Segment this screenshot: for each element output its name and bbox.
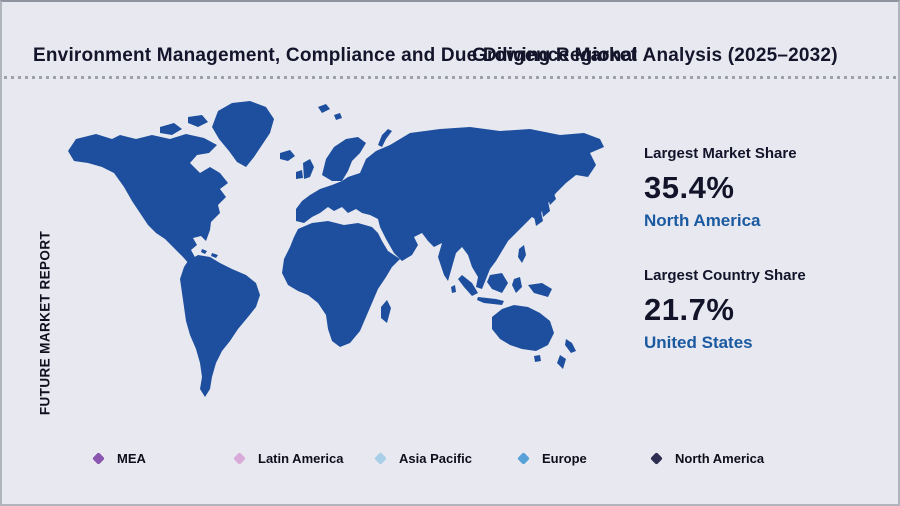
asia-pacific-diamond-icon <box>374 451 387 465</box>
legend-item-asia-pacific: Asia Pacific <box>374 449 472 467</box>
australia <box>492 305 554 351</box>
caribbean-1 <box>201 249 207 254</box>
svalbard <box>318 104 330 113</box>
legend-label: North America <box>675 450 765 466</box>
legend-label: Europe <box>542 450 587 466</box>
new-zealand-north <box>565 339 576 353</box>
legend-label: MEA <box>117 450 146 466</box>
legend-label: Asia Pacific <box>399 450 472 466</box>
legend-item-mea: MEA <box>92 449 146 467</box>
legend-item-europe: Europe <box>517 449 587 467</box>
report-infographic: Environment Management, Compliance and D… <box>0 0 900 506</box>
page-title-line2: Growing Regional Analysis (2025–2032) <box>472 45 838 66</box>
franz-josef <box>334 113 342 120</box>
sri-lanka <box>451 285 456 293</box>
legend-item-latin-america: Latin America <box>233 449 344 467</box>
north-america-diamond-icon <box>650 451 663 465</box>
world-map <box>60 88 625 428</box>
continent-africa <box>282 221 400 347</box>
largest-country-share-region: United States <box>644 333 753 352</box>
caribbean-2 <box>211 253 218 258</box>
largest-country-share-value: 21.7% <box>644 292 735 327</box>
iceland <box>280 150 295 161</box>
novaya-zemlya <box>378 129 392 147</box>
arctic-island-2 <box>188 115 208 127</box>
world-map-shapes <box>68 101 604 397</box>
continent-south-america <box>180 255 260 397</box>
largest-market-share-value: 35.4% <box>644 170 735 205</box>
mea-diamond-icon <box>92 451 105 465</box>
united-kingdom <box>303 159 314 179</box>
europe-diamond-icon <box>517 451 530 465</box>
madagascar <box>381 300 391 323</box>
legend-item-north-america: North America <box>650 449 765 467</box>
philippines <box>518 245 526 263</box>
brand-vertical-text: FUTURE MARKET REPORT <box>37 230 53 416</box>
sulawesi <box>512 277 522 293</box>
largest-market-share-label: Largest Market Share <box>644 145 797 162</box>
tasmania <box>534 355 541 362</box>
new-guinea <box>528 283 552 297</box>
dotted-separator <box>4 76 896 79</box>
legend-label: Latin America <box>258 450 344 466</box>
java <box>477 297 504 305</box>
arctic-island-1 <box>160 123 182 135</box>
greenland <box>212 101 274 167</box>
borneo <box>487 273 508 293</box>
latin-america-diamond-icon <box>233 451 246 465</box>
ireland <box>296 170 303 179</box>
largest-market-share-region: North America <box>644 211 761 230</box>
sumatra <box>458 275 478 296</box>
new-zealand-south <box>557 355 566 369</box>
largest-country-share-label: Largest Country Share <box>644 267 806 284</box>
